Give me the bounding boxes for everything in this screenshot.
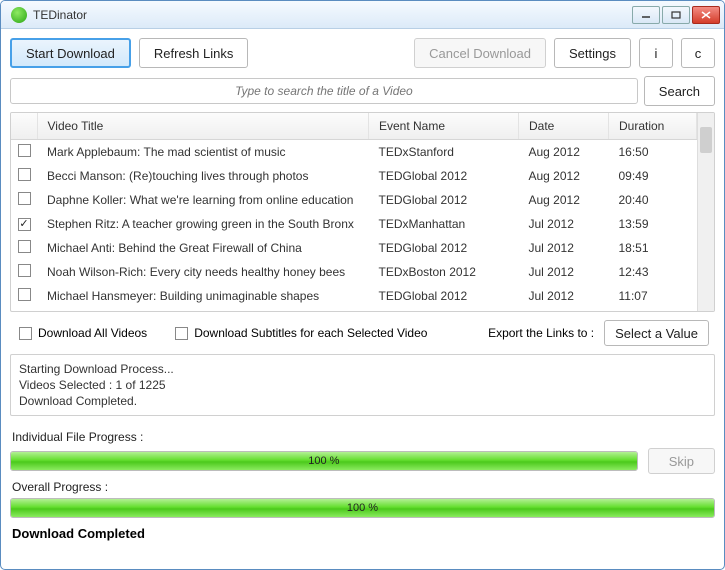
header-checkbox-col xyxy=(11,113,37,139)
download-all-option[interactable]: Download All Videos xyxy=(19,326,147,340)
overall-progress-label: Overall Progress : xyxy=(12,480,715,494)
config-button[interactable]: c xyxy=(681,38,715,68)
subtitles-option[interactable]: Download Subtitles for each Selected Vid… xyxy=(175,326,427,340)
download-all-label: Download All Videos xyxy=(38,326,147,340)
row-checkbox[interactable] xyxy=(18,240,31,253)
scrollbar-thumb[interactable] xyxy=(700,127,712,153)
refresh-links-button[interactable]: Refresh Links xyxy=(139,38,248,68)
cell-duration: 13:59 xyxy=(609,212,697,236)
header-title[interactable]: Video Title xyxy=(37,113,369,139)
app-icon xyxy=(11,7,27,23)
maximize-button[interactable] xyxy=(662,6,690,24)
cell-date: Aug 2012 xyxy=(519,164,609,188)
window-controls xyxy=(632,6,720,24)
table-row[interactable]: Stephen Ritz: A teacher growing green in… xyxy=(11,212,697,236)
export-label: Export the Links to : xyxy=(488,326,594,340)
row-checkbox[interactable] xyxy=(18,144,31,157)
cell-duration: 18:51 xyxy=(609,236,697,260)
cell-date: Jul 2012 xyxy=(519,212,609,236)
minimize-button[interactable] xyxy=(632,6,660,24)
close-button[interactable] xyxy=(692,6,720,24)
status-text: Download Completed xyxy=(12,526,713,541)
cell-date: Jul 2012 xyxy=(519,236,609,260)
options-row: Download All Videos Download Subtitles f… xyxy=(1,312,724,352)
cell-title: Mark Applebaum: The mad scientist of mus… xyxy=(37,139,369,164)
cell-title: Stephen Ritz: A teacher growing green in… xyxy=(37,212,369,236)
cell-duration: 11:07 xyxy=(609,284,697,308)
header-date[interactable]: Date xyxy=(519,113,609,139)
row-checkbox[interactable] xyxy=(18,192,31,205)
cell-event: TEDGlobal 2012 xyxy=(369,284,519,308)
cell-date: Jul 2012 xyxy=(519,308,609,312)
start-download-button[interactable]: Start Download xyxy=(10,38,131,68)
cell-duration: 20:40 xyxy=(609,188,697,212)
cell-duration: 16:50 xyxy=(609,139,697,164)
cell-date: Aug 2012 xyxy=(519,139,609,164)
header-duration[interactable]: Duration xyxy=(609,113,697,139)
cancel-download-button: Cancel Download xyxy=(414,38,546,68)
cell-event: TEDGlobal 2012 xyxy=(369,188,519,212)
header-event[interactable]: Event Name xyxy=(369,113,519,139)
table-row[interactable]: Mark Applebaum: The mad scientist of mus… xyxy=(11,139,697,164)
log-line: Starting Download Process... xyxy=(19,361,706,377)
individual-progress-text: 100 % xyxy=(11,452,637,470)
log-line: Download Completed. xyxy=(19,393,706,409)
row-checkbox[interactable] xyxy=(18,264,31,277)
cell-duration: 09:49 xyxy=(609,164,697,188)
cell-title: Daphne Koller: What we're learning from … xyxy=(37,188,369,212)
subtitles-label: Download Subtitles for each Selected Vid… xyxy=(194,326,427,340)
app-title: TEDinator xyxy=(33,8,632,22)
log-line: Videos Selected : 1 of 1225 xyxy=(19,377,706,393)
row-checkbox[interactable] xyxy=(18,218,31,231)
cell-date: Jul 2012 xyxy=(519,284,609,308)
subtitles-checkbox[interactable] xyxy=(175,327,188,340)
cell-event: TEDGlobal 2012 xyxy=(369,236,519,260)
cell-date: Aug 2012 xyxy=(519,188,609,212)
individual-progress-label: Individual File Progress : xyxy=(12,430,715,444)
row-checkbox[interactable] xyxy=(18,288,31,301)
cell-date: Jul 2012 xyxy=(519,260,609,284)
table-header-row: Video Title Event Name Date Duration xyxy=(11,113,697,139)
search-row: Search xyxy=(1,76,724,112)
row-checkbox[interactable] xyxy=(18,168,31,181)
titlebar: TEDinator xyxy=(1,1,724,29)
toolbar: Start Download Refresh Links Cancel Down… xyxy=(1,29,724,76)
cell-event: TEDxManhattan xyxy=(369,212,519,236)
export-select[interactable]: Select a Value xyxy=(604,320,709,346)
progress-section: Individual File Progress : 100 % Skip Ov… xyxy=(1,420,724,543)
table-row[interactable]: Noah Wilson-Rich: Every city needs healt… xyxy=(11,260,697,284)
info-button[interactable]: i xyxy=(639,38,673,68)
download-all-checkbox[interactable] xyxy=(19,327,32,340)
table-row[interactable]: Daphne Koller: What we're learning from … xyxy=(11,188,697,212)
table-row[interactable]: Michael Hansmeyer: Building unimaginable… xyxy=(11,284,697,308)
cell-event: TEDxStanford xyxy=(369,139,519,164)
video-table: Video Title Event Name Date Duration Mar… xyxy=(10,112,715,312)
settings-button[interactable]: Settings xyxy=(554,38,631,68)
table-row[interactable]: Michael Anti: Behind the Great Firewall … xyxy=(11,236,697,260)
overall-progress-text: 100 % xyxy=(11,499,714,517)
cell-event: TEDxBoston 2012 xyxy=(369,260,519,284)
cell-title: Ramesh Raskar: Imaging at a trillion fra… xyxy=(37,308,369,312)
cell-event: TEDGlobal 2012 xyxy=(369,308,519,312)
individual-progress-bar: 100 % xyxy=(10,451,638,471)
table-scrollbar[interactable] xyxy=(697,113,714,311)
table-row[interactable]: Ramesh Raskar: Imaging at a trillion fra… xyxy=(11,308,697,312)
cell-event: TEDGlobal 2012 xyxy=(369,164,519,188)
cell-duration: 12:43 xyxy=(609,260,697,284)
app-window: TEDinator Start Download Refresh Links C… xyxy=(0,0,725,570)
cell-title: Noah Wilson-Rich: Every city needs healt… xyxy=(37,260,369,284)
cell-title: Becci Manson: (Re)touching lives through… xyxy=(37,164,369,188)
cell-title: Michael Hansmeyer: Building unimaginable… xyxy=(37,284,369,308)
skip-button: Skip xyxy=(648,448,715,474)
cell-duration: 11:02 xyxy=(609,308,697,312)
search-input[interactable] xyxy=(10,78,638,104)
log-box: Starting Download Process... Videos Sele… xyxy=(10,354,715,416)
table-row[interactable]: Becci Manson: (Re)touching lives through… xyxy=(11,164,697,188)
search-button[interactable]: Search xyxy=(644,76,715,106)
overall-progress-bar: 100 % xyxy=(10,498,715,518)
cell-title: Michael Anti: Behind the Great Firewall … xyxy=(37,236,369,260)
